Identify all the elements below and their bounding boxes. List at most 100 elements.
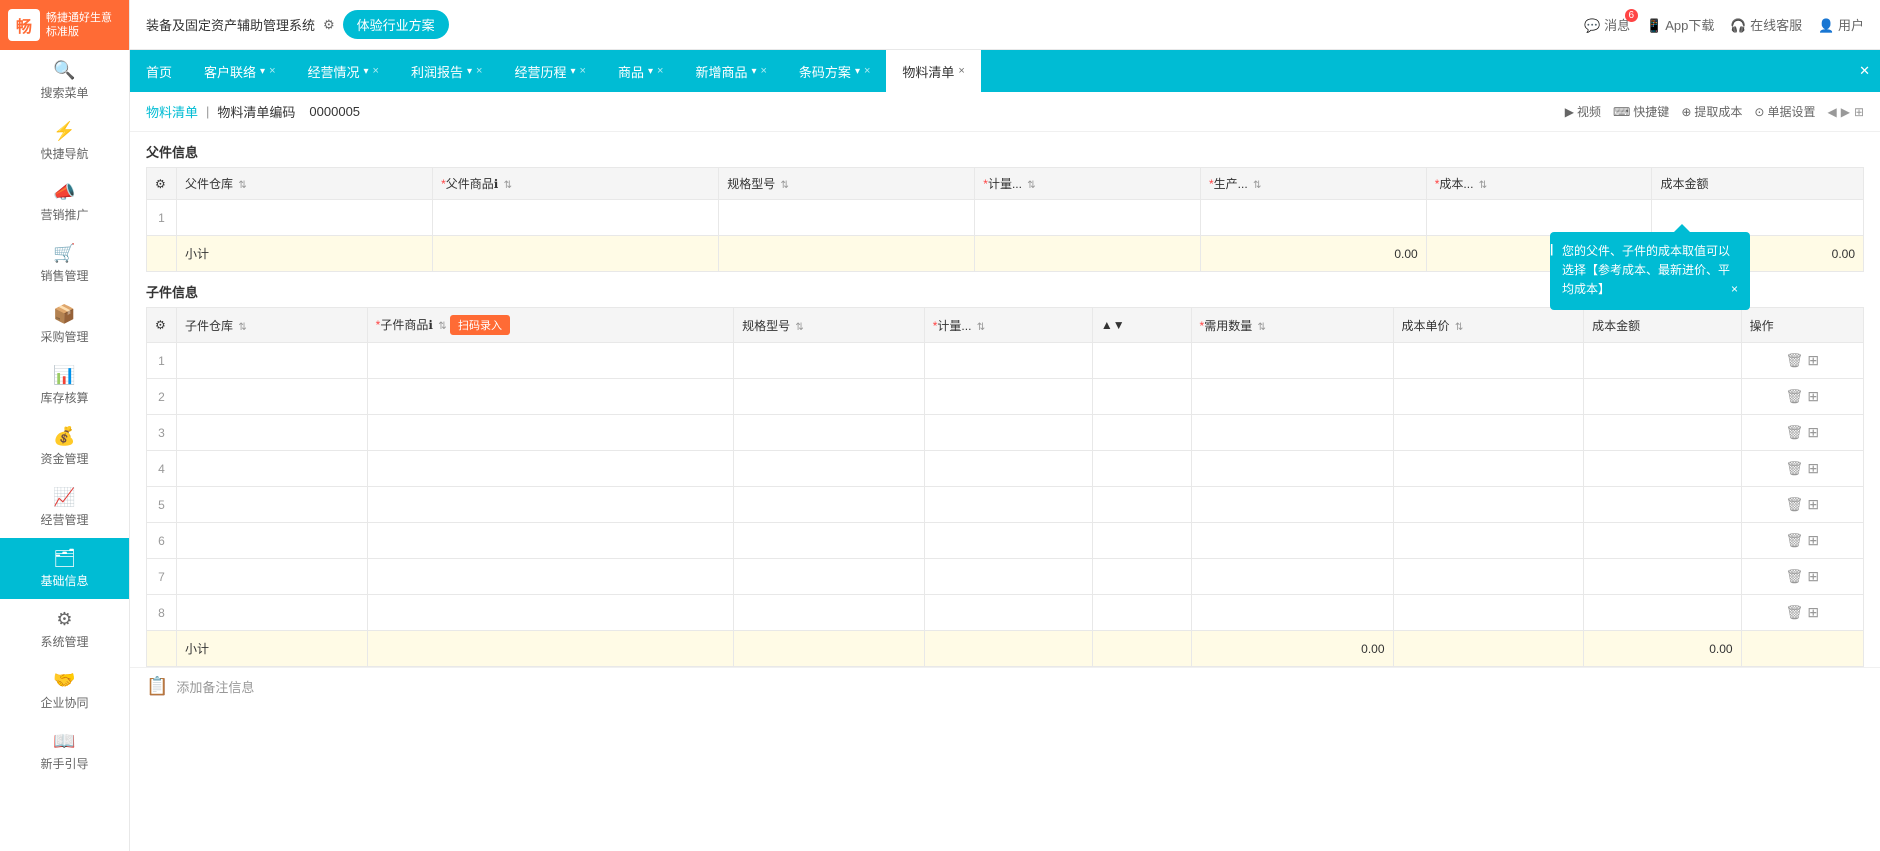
child-cell-goods-1[interactable] (367, 343, 733, 379)
chevron-down-icon: ▾ (855, 66, 860, 77)
sidebar-item-search[interactable]: 🔍 搜索菜单 (0, 50, 129, 111)
sidebar-item-marketing[interactable]: 📣 营销推广 (0, 172, 129, 233)
copy-icon[interactable]: ⊞ (1807, 532, 1819, 549)
parent-cell-goods[interactable] (433, 200, 719, 236)
close-icon[interactable]: × (476, 65, 482, 77)
delete-icon[interactable]: 🗑 (1786, 388, 1804, 405)
video-link[interactable]: ▶ 视频 (1565, 103, 1601, 120)
child-col-warehouse: 子件仓库 ⇅ (177, 308, 368, 343)
shortcut-link[interactable]: ⌨ 快捷键 (1613, 103, 1669, 120)
parent-cell-spec[interactable] (719, 200, 975, 236)
sidebar-item-collab[interactable]: 🤝 企业协同 (0, 660, 129, 721)
tab-new-goods[interactable]: 新增商品 ▾ × (679, 50, 782, 92)
sidebar-item-sales[interactable]: 🛒 销售管理 (0, 233, 129, 294)
parent-cell-cost[interactable] (1426, 200, 1652, 236)
delete-icon[interactable]: 🗑 (1786, 424, 1804, 441)
parent-col-warehouse: 父件仓库 ⇅ (177, 168, 433, 200)
child-cell-warehouse-2[interactable] (177, 379, 368, 415)
trial-button[interactable]: 体验行业方案 (343, 10, 449, 39)
copy-icon[interactable]: ⊞ (1807, 496, 1819, 513)
tab-profit[interactable]: 利润报告 ▾ × (395, 50, 498, 92)
parent-section-title: 父件信息 (146, 132, 1864, 167)
extract-cost-link[interactable]: ⊕ 提取成本 (1681, 103, 1742, 120)
tab-bom[interactable]: 物料清单 × (886, 50, 980, 92)
close-icon[interactable]: × (958, 65, 964, 77)
parent-col-goods: *父件商品ℹ ⇅ (433, 168, 719, 200)
sidebar-item-inventory[interactable]: 📊 库存核算 (0, 355, 129, 416)
close-all-tabs-icon[interactable]: ✕ (1849, 63, 1880, 79)
child-cell-need-qty-2[interactable] (1191, 379, 1393, 415)
close-icon[interactable]: × (657, 65, 663, 77)
close-icon[interactable]: × (580, 65, 586, 77)
next-page-icon[interactable]: ▶ (1841, 105, 1850, 119)
header-right: 💬 消息 6 📱 App下载 🎧 在线客服 👤 用户 (1584, 15, 1864, 34)
single-settings-link[interactable]: ⊙ 单据设置 (1754, 103, 1815, 120)
child-cell-spec-1[interactable] (734, 343, 925, 379)
close-icon[interactable]: × (864, 65, 870, 77)
parent-cell-unit[interactable] (975, 200, 1201, 236)
delete-icon[interactable]: 🗑 (1786, 496, 1804, 513)
copy-icon[interactable]: ⊞ (1807, 604, 1819, 621)
delete-icon[interactable]: 🗑 (1786, 568, 1804, 585)
parent-col-cost: *成本... ⇅ (1426, 168, 1652, 200)
sidebar-item-purchase[interactable]: 📦 采购管理 (0, 294, 129, 355)
parent-col-settings[interactable]: ⚙ (147, 168, 177, 200)
close-icon[interactable]: × (760, 65, 766, 77)
tab-customer[interactable]: 客户联络 ▾ × (188, 50, 291, 92)
prev-page-icon[interactable]: ◀ (1827, 105, 1836, 119)
tab-history[interactable]: 经营历程 ▾ × (498, 50, 601, 92)
tab-operation[interactable]: 经营情况 ▾ × (292, 50, 395, 92)
child-cell-sort-1 (1092, 343, 1191, 379)
sidebar-item-finance[interactable]: 💰 资金管理 (0, 416, 129, 477)
copy-icon[interactable]: ⊞ (1807, 352, 1819, 369)
child-cell-warehouse-1[interactable] (177, 343, 368, 379)
sidebar-item-basic[interactable]: 🗂 基础信息 (0, 538, 129, 599)
delete-icon[interactable]: 🗑 (1786, 460, 1804, 477)
megaphone-icon: 📣 (53, 182, 75, 203)
message-wrap[interactable]: 💬 消息 6 (1584, 15, 1630, 34)
online-service[interactable]: 🎧 在线客服 (1730, 15, 1802, 34)
child-cell-unit-1[interactable] (924, 343, 1092, 379)
tooltip-close-button[interactable]: × (1731, 280, 1738, 299)
breadcrumb-bom-list[interactable]: 物料清单 (146, 102, 198, 121)
user-avatar[interactable]: 👤 用户 (1818, 15, 1864, 34)
delete-icon[interactable]: 🗑 (1786, 532, 1804, 549)
child-cell-unit-2[interactable] (924, 379, 1092, 415)
parent-cell-production[interactable] (1201, 200, 1427, 236)
child-col-settings[interactable]: ⚙ (147, 308, 177, 343)
copy-icon[interactable]: ⊞ (1807, 388, 1819, 405)
sidebar-item-system[interactable]: ⚙ 系统管理 (0, 599, 129, 660)
child-cell-goods-2[interactable] (367, 379, 733, 415)
delete-icon[interactable]: 🗑 (1786, 604, 1804, 621)
settings-icon: ⊙ (1754, 105, 1764, 119)
tab-home[interactable]: 首页 (130, 50, 188, 92)
sidebar-item-management[interactable]: 📈 经营管理 (0, 477, 129, 538)
sidebar-item-guide[interactable]: 📖 新手引导 (0, 721, 129, 782)
close-icon[interactable]: × (269, 65, 275, 77)
chevron-down-icon: ▾ (751, 66, 756, 77)
scan-input-button[interactable]: 扫码录入 (450, 315, 510, 335)
tab-barcode[interactable]: 条码方案 ▾ × (783, 50, 886, 92)
child-col-cost-amount: 成本金额 (1584, 308, 1741, 343)
child-subtotal-amount: 0.00 (1584, 631, 1741, 667)
tab-goods[interactable]: 商品 ▾ × (602, 50, 679, 92)
close-icon[interactable]: × (373, 65, 379, 77)
child-cell-unit-cost-1[interactable] (1393, 343, 1584, 379)
sidebar-item-label: 快捷导航 (40, 145, 88, 162)
sidebar-item-quick[interactable]: ⚡ 快捷导航 (0, 111, 129, 172)
header-settings-icon[interactable]: ⚙ (323, 17, 335, 33)
parent-cell-warehouse[interactable] (177, 200, 433, 236)
child-cell-cost-amount-1 (1584, 343, 1741, 379)
tooltip-text: 您的父件、子件的成本取值可以选择【参考成本、最新进价、平均成本】 (1562, 244, 1730, 296)
grid-view-icon[interactable]: ⊞ (1854, 105, 1864, 119)
child-cell-need-qty-1[interactable] (1191, 343, 1393, 379)
copy-icon[interactable]: ⊞ (1807, 424, 1819, 441)
app-download[interactable]: 📱 App下载 (1646, 15, 1714, 34)
delete-icon[interactable]: 🗑 (1786, 352, 1804, 369)
copy-icon[interactable]: ⊞ (1807, 460, 1819, 477)
child-cell-unit-cost-2[interactable] (1393, 379, 1584, 415)
note-text[interactable]: 添加备注信息 (176, 677, 254, 696)
child-cell-spec-2[interactable] (734, 379, 925, 415)
sidebar-item-label: 企业协同 (40, 694, 88, 711)
copy-icon[interactable]: ⊞ (1807, 568, 1819, 585)
